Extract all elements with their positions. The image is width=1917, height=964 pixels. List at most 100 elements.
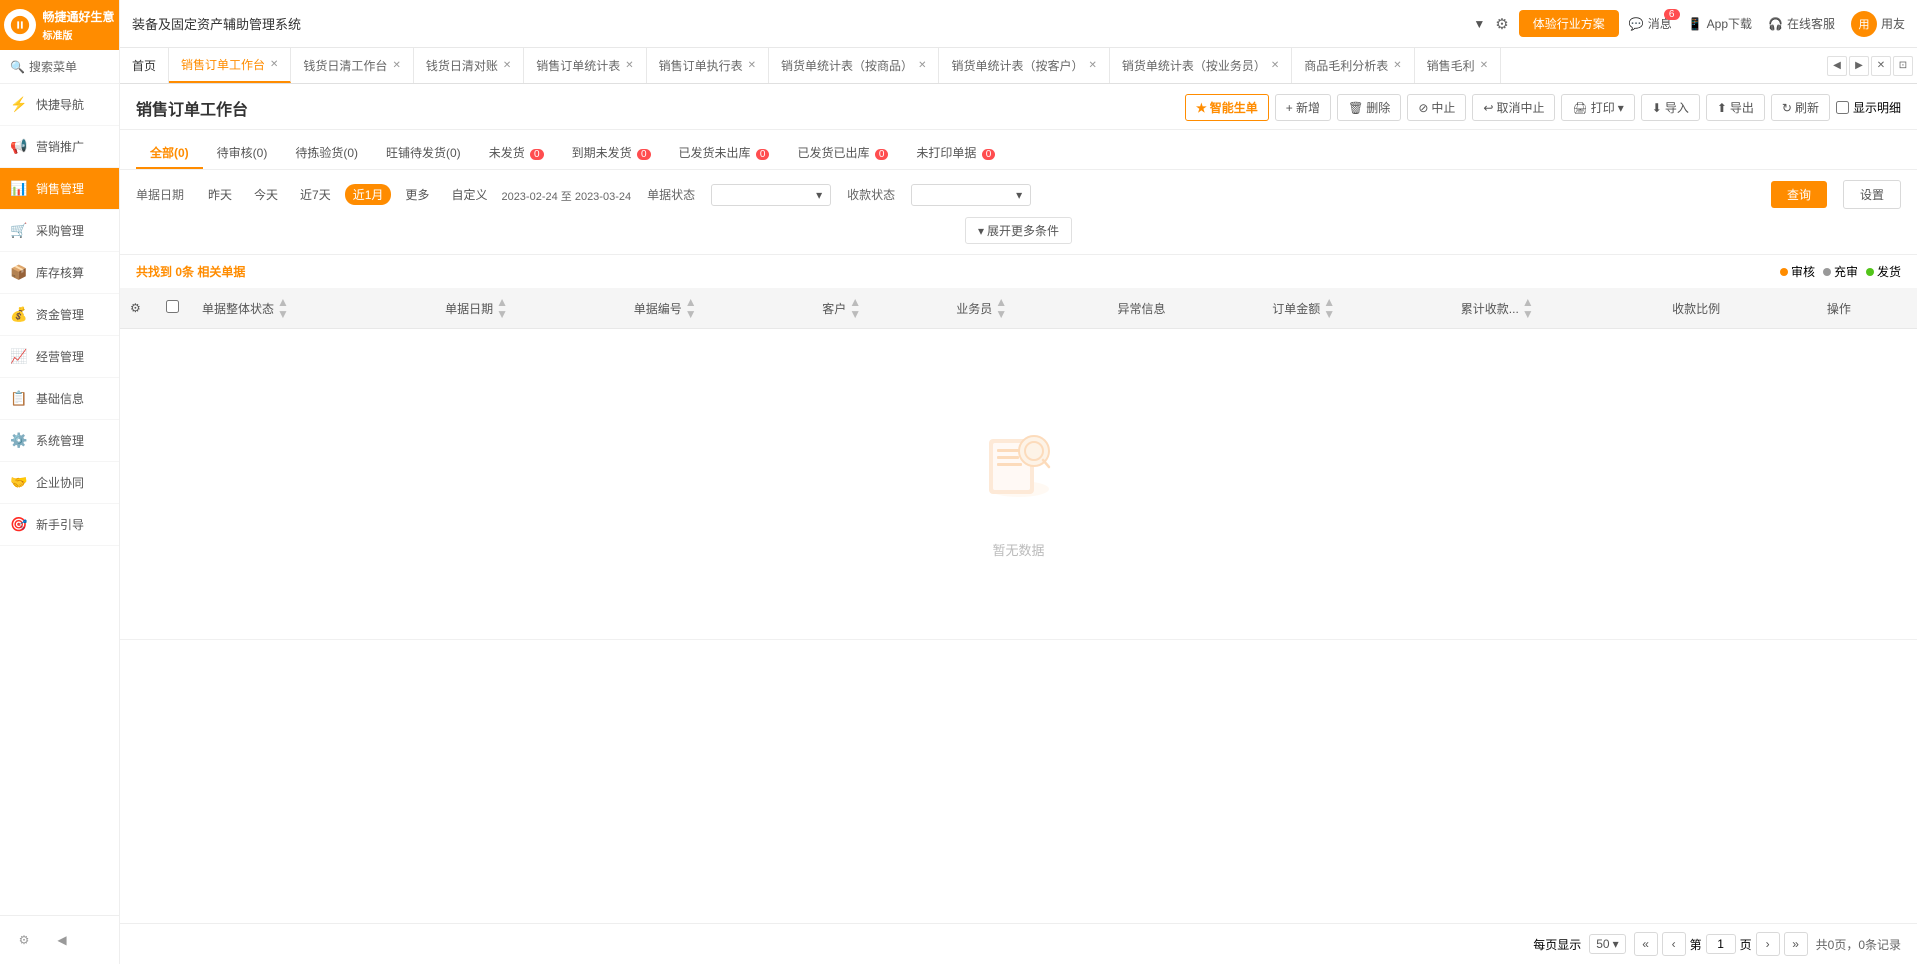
sub-tab-shipped-in[interactable]: 已发货已出库 0	[783, 138, 902, 169]
date-btn-yesterday[interactable]: 昨天	[200, 184, 240, 205]
ship-action[interactable]: 发货	[1866, 263, 1901, 280]
date-btn-today[interactable]: 今天	[246, 184, 286, 205]
refresh-button[interactable]: ↻ 刷新	[1771, 94, 1830, 121]
expand-filter-button[interactable]: ▾ 展开更多条件	[965, 217, 1072, 244]
sort-date[interactable]: 单据日期▲▼	[445, 296, 614, 320]
stop-button[interactable]: ⊘ 中止	[1407, 94, 1466, 121]
tab-sales-stat[interactable]: 销售订单统计表 ✕	[524, 48, 646, 83]
payment-filter-select[interactable]: ▾	[911, 184, 1031, 206]
tab-scroll-right[interactable]: ▶	[1849, 56, 1869, 76]
tab-margin-analysis[interactable]: 商品毛利分析表 ✕	[1292, 48, 1414, 83]
sidebar-item-enterprise[interactable]: 🤝 企业协同	[0, 462, 119, 504]
sub-tab-wangpu[interactable]: 旺铺待发货(0)	[372, 138, 475, 169]
tab-sales-stat-product[interactable]: 销货单统计表（按商品） ✕	[769, 48, 939, 83]
sidebar-item-operations[interactable]: 📈 经营管理	[0, 336, 119, 378]
sub-tab-overdue-not-shipped[interactable]: 到期未发货 0	[558, 138, 665, 169]
page-next-btn[interactable]: ›	[1756, 932, 1780, 956]
service-icon: 🎧	[1768, 17, 1783, 31]
marketing-icon: 📢	[10, 138, 28, 155]
sort-status[interactable]: 单据整体状态▲▼	[202, 296, 425, 320]
set-button[interactable]: 设置	[1843, 180, 1901, 209]
delete-button[interactable]: 🗑 删除	[1337, 94, 1401, 121]
select-all-checkbox[interactable]	[166, 300, 179, 313]
tab-sales-gross[interactable]: 销售毛利 ✕	[1415, 48, 1501, 83]
tab-daily-cash-close[interactable]: ✕	[392, 60, 400, 71]
sort-staff[interactable]: 业务员▲▼	[956, 296, 1097, 320]
query-button[interactable]: 查询	[1771, 181, 1827, 208]
settings-gear[interactable]: ⚙	[1495, 15, 1508, 33]
page-input[interactable]	[1706, 934, 1736, 954]
sub-tab-pending-review[interactable]: 待审核(0)	[203, 138, 282, 169]
sub-tab-not-printed[interactable]: 未打印单据 0	[902, 138, 1009, 169]
sort-customer[interactable]: 客户▲▼	[822, 296, 936, 320]
sidebar-item-system[interactable]: ⚙️ 系统管理	[0, 420, 119, 462]
smart-create-button[interactable]: ★ 智能生单	[1185, 94, 1269, 121]
sub-tab-shipped-not-in[interactable]: 已发货未出库 0	[665, 138, 784, 169]
app-download-item[interactable]: 📱 App下载	[1688, 15, 1752, 32]
col-gear[interactable]: ⚙	[120, 288, 152, 329]
date-btn-7days[interactable]: 近7天	[292, 184, 339, 205]
tab-close-all[interactable]: ✕	[1871, 56, 1891, 76]
sidebar-item-search[interactable]: 🔍 搜索菜单	[0, 50, 119, 84]
tab-home[interactable]: 首页	[120, 48, 169, 83]
tab-expand[interactable]: ⊡	[1893, 56, 1913, 76]
sidebar-item-finance[interactable]: 💰 资金管理	[0, 294, 119, 336]
import-button[interactable]: ⬇ 导入	[1641, 94, 1700, 121]
sort-collected[interactable]: 累计收款...▲▼	[1461, 296, 1652, 320]
tab-sales-stat-close[interactable]: ✕	[625, 60, 633, 71]
refresh-icon: ↻	[1782, 101, 1792, 115]
tab-sales-exec[interactable]: 销售订单执行表 ✕	[647, 48, 769, 83]
show-detail-checkbox[interactable]	[1836, 101, 1849, 114]
page-last-btn[interactable]: »	[1784, 932, 1808, 956]
col-checkbox[interactable]	[152, 288, 192, 329]
sub-tab-all[interactable]: 全部(0)	[136, 138, 203, 169]
sub-tab-not-shipped[interactable]: 未发货 0	[475, 138, 558, 169]
tab-sales-workbench-close[interactable]: ✕	[270, 59, 278, 70]
export-button[interactable]: ⬆ 导出	[1706, 94, 1765, 121]
cancel-stop-button[interactable]: ↩ 取消中止	[1472, 94, 1555, 121]
user-item[interactable]: 用 用友	[1851, 11, 1905, 37]
message-item[interactable]: 💬 消息 6	[1629, 15, 1672, 32]
tab-cash-reconciliation-close[interactable]: ✕	[503, 60, 511, 71]
solution-button[interactable]: 体验行业方案	[1519, 10, 1619, 37]
sort-number[interactable]: 单据编号▲▼	[634, 296, 803, 320]
filter-row-1: 单据日期 昨天 今天 近7天 近1月 更多 自定义 2023-02-24 至 2…	[136, 180, 1901, 209]
tab-margin-analysis-close[interactable]: ✕	[1393, 60, 1401, 71]
page-prev-btn[interactable]: ‹	[1662, 932, 1686, 956]
sidebar-item-quick-nav[interactable]: ⚡ 快捷导航	[0, 84, 119, 126]
sidebar-item-base-info[interactable]: 📋 基础信息	[0, 378, 119, 420]
tab-sales-stat-customer[interactable]: 销货单统计表（按客户） ✕	[939, 48, 1109, 83]
tab-daily-cash[interactable]: 钱货日清工作台 ✕	[291, 48, 413, 83]
date-btn-more[interactable]: 更多	[397, 184, 437, 205]
tab-sales-gross-close[interactable]: ✕	[1480, 60, 1488, 71]
sidebar-item-inventory[interactable]: 📦 库存核算	[0, 252, 119, 294]
status-filter-select[interactable]: ▾	[711, 184, 831, 206]
online-service-item[interactable]: 🎧 在线客服	[1768, 15, 1835, 32]
settings-icon[interactable]: ⚙	[10, 926, 38, 954]
date-btn-custom[interactable]: 自定义	[443, 184, 495, 205]
sub-tab-pending-inspect[interactable]: 待拣验货(0)	[281, 138, 372, 169]
collapse-icon[interactable]: ◀	[48, 926, 76, 954]
tab-sales-stat-product-close[interactable]: ✕	[918, 60, 926, 71]
tab-scroll-left[interactable]: ◀	[1827, 56, 1847, 76]
print-button[interactable]: 🖨 打印 ▾	[1561, 94, 1634, 121]
page-first-btn[interactable]: «	[1634, 932, 1658, 956]
sort-amount[interactable]: 订单金额▲▼	[1272, 296, 1441, 320]
tab-sales-stat-customer-close[interactable]: ✕	[1088, 60, 1096, 71]
sidebar-item-sales[interactable]: 📊 销售管理	[0, 168, 119, 210]
date-btn-1month[interactable]: 近1月	[345, 184, 392, 205]
tab-cash-reconciliation[interactable]: 钱货日清对账 ✕	[414, 48, 524, 83]
show-detail-checkbox-label[interactable]: 显示明细	[1836, 99, 1901, 116]
unreviewed-action[interactable]: 充审	[1823, 263, 1858, 280]
tab-sales-stat-staff-close[interactable]: ✕	[1271, 60, 1279, 71]
page-size-select[interactable]: 50 ▾	[1589, 934, 1625, 954]
sidebar-item-marketing[interactable]: 📢 营销推广	[0, 126, 119, 168]
tab-sales-exec-close[interactable]: ✕	[748, 60, 756, 71]
add-button[interactable]: + 新增	[1275, 94, 1331, 121]
tab-sales-workbench[interactable]: 销售订单工作台 ✕	[169, 48, 291, 83]
review-action[interactable]: 审核	[1780, 263, 1815, 280]
sidebar-item-guide[interactable]: 🎯 新手引导	[0, 504, 119, 546]
system-dropdown[interactable]: ▼	[1473, 17, 1485, 31]
sidebar-item-purchase[interactable]: 🛒 采购管理	[0, 210, 119, 252]
tab-sales-stat-staff[interactable]: 销货单统计表（按业务员） ✕	[1110, 48, 1292, 83]
